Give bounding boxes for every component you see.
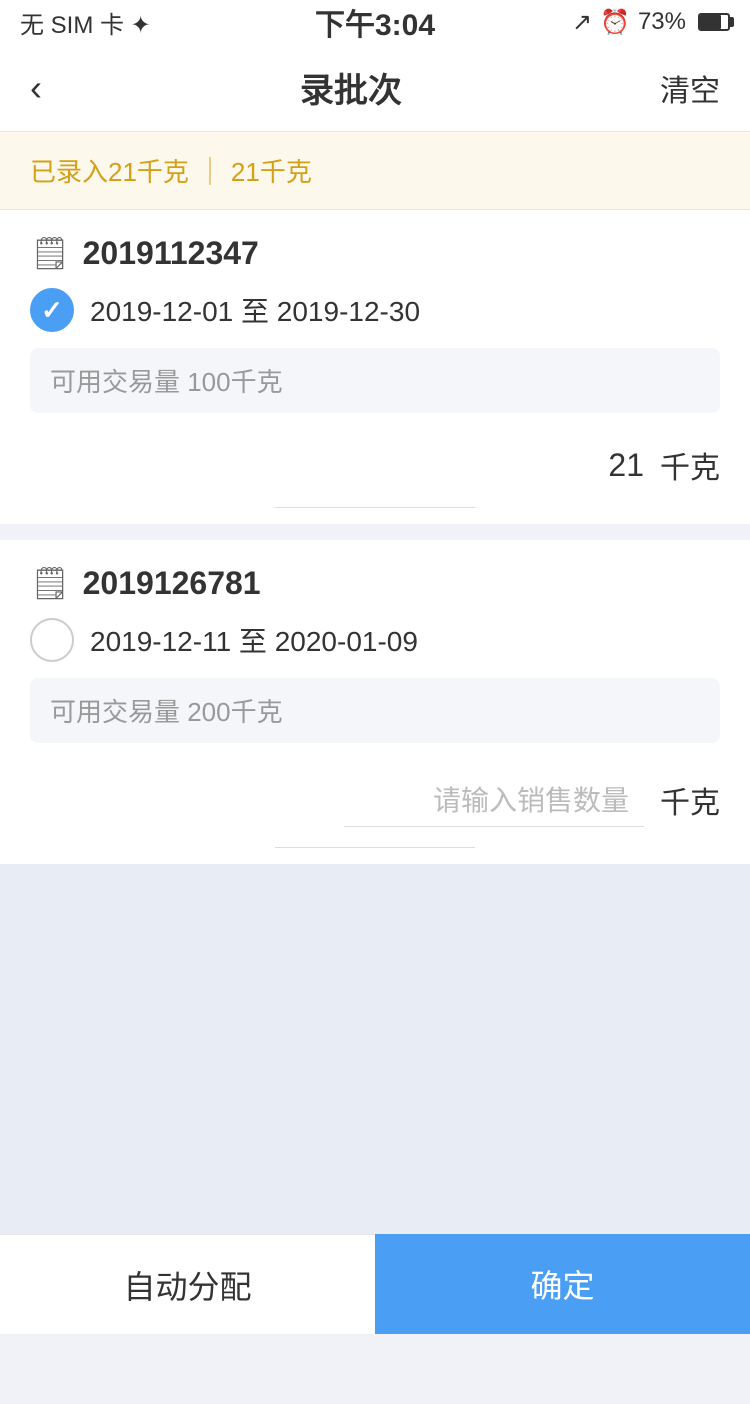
batch-2-unit: 千克 [660,778,720,822]
batch-2-input-row: 千克 [0,763,750,847]
batch-1-value: 21 [608,447,644,484]
batch-2-quantity-input[interactable] [344,773,644,827]
batch-2-number: 2019126781 [83,565,261,602]
status-right: ↗ ⏰ 73% [572,8,730,37]
alarm-icon: ⏰ [600,8,630,37]
batch-1-radio[interactable] [30,288,74,332]
batch-1-row[interactable]: 2019-12-01 至 2019-12-30 [0,280,750,340]
status-left: 无 SIM 卡 ✦ [20,5,151,40]
batch-card-2: 🗒 2019126781 2019-12-11 至 2020-01-09 可用交… [0,540,750,864]
banner-divider [209,157,211,185]
amount-value: 21千克 [231,152,312,189]
status-time: 下午3:04 [315,0,435,44]
back-button[interactable]: ‹ [30,67,42,109]
battery-icon [698,13,730,31]
batch-1-unit: 千克 [660,443,720,487]
batch-2-avail: 可用交易量 200千克 [30,678,720,743]
clear-button[interactable]: 清空 [660,66,720,110]
batch-2-avail-text: 可用交易量 200千克 [50,697,283,727]
location-icon: ↗ [572,8,592,37]
confirm-button[interactable]: 确定 [375,1234,750,1334]
auto-distribute-button[interactable]: 自动分配 [0,1234,375,1334]
recorded-amount-label: 已录入21千克 [30,152,189,189]
batch-card-1: 🗒 2019112347 2019-12-01 至 2019-12-30 可用交… [0,210,750,524]
batch-1-avail-text: 可用交易量 100千克 [50,367,283,397]
batch-2-icon: 🗒 [30,564,71,602]
batch-1-avail: 可用交易量 100千克 [30,348,720,413]
batch-2-header: 🗒 2019126781 [0,540,750,610]
batch-2-date: 2019-12-11 至 2020-01-09 [90,620,418,660]
battery-label: 73% [638,8,686,36]
page-title: 录批次 [300,63,402,112]
batch-1-date: 2019-12-01 至 2019-12-30 [90,290,420,330]
batch-1-header: 🗒 2019112347 [0,210,750,280]
batch-2-row[interactable]: 2019-12-11 至 2020-01-09 [0,610,750,670]
bottom-bar: 自动分配 确定 [0,1234,750,1334]
status-bar: 无 SIM 卡 ✦ 下午3:04 ↗ ⏰ 73% [0,0,750,44]
info-banner: 已录入21千克 21千克 [0,132,750,210]
batch-1-icon: 🗒 [30,234,71,272]
section-divider-1 [0,524,750,540]
batch-1-number: 2019112347 [83,235,259,272]
batch-2-radio[interactable] [30,618,74,662]
nav-bar: ‹ 录批次 清空 [0,44,750,132]
sim-label: 无 SIM 卡 ✦ [20,5,151,40]
batch-1-value-row: 21 千克 [0,433,750,507]
